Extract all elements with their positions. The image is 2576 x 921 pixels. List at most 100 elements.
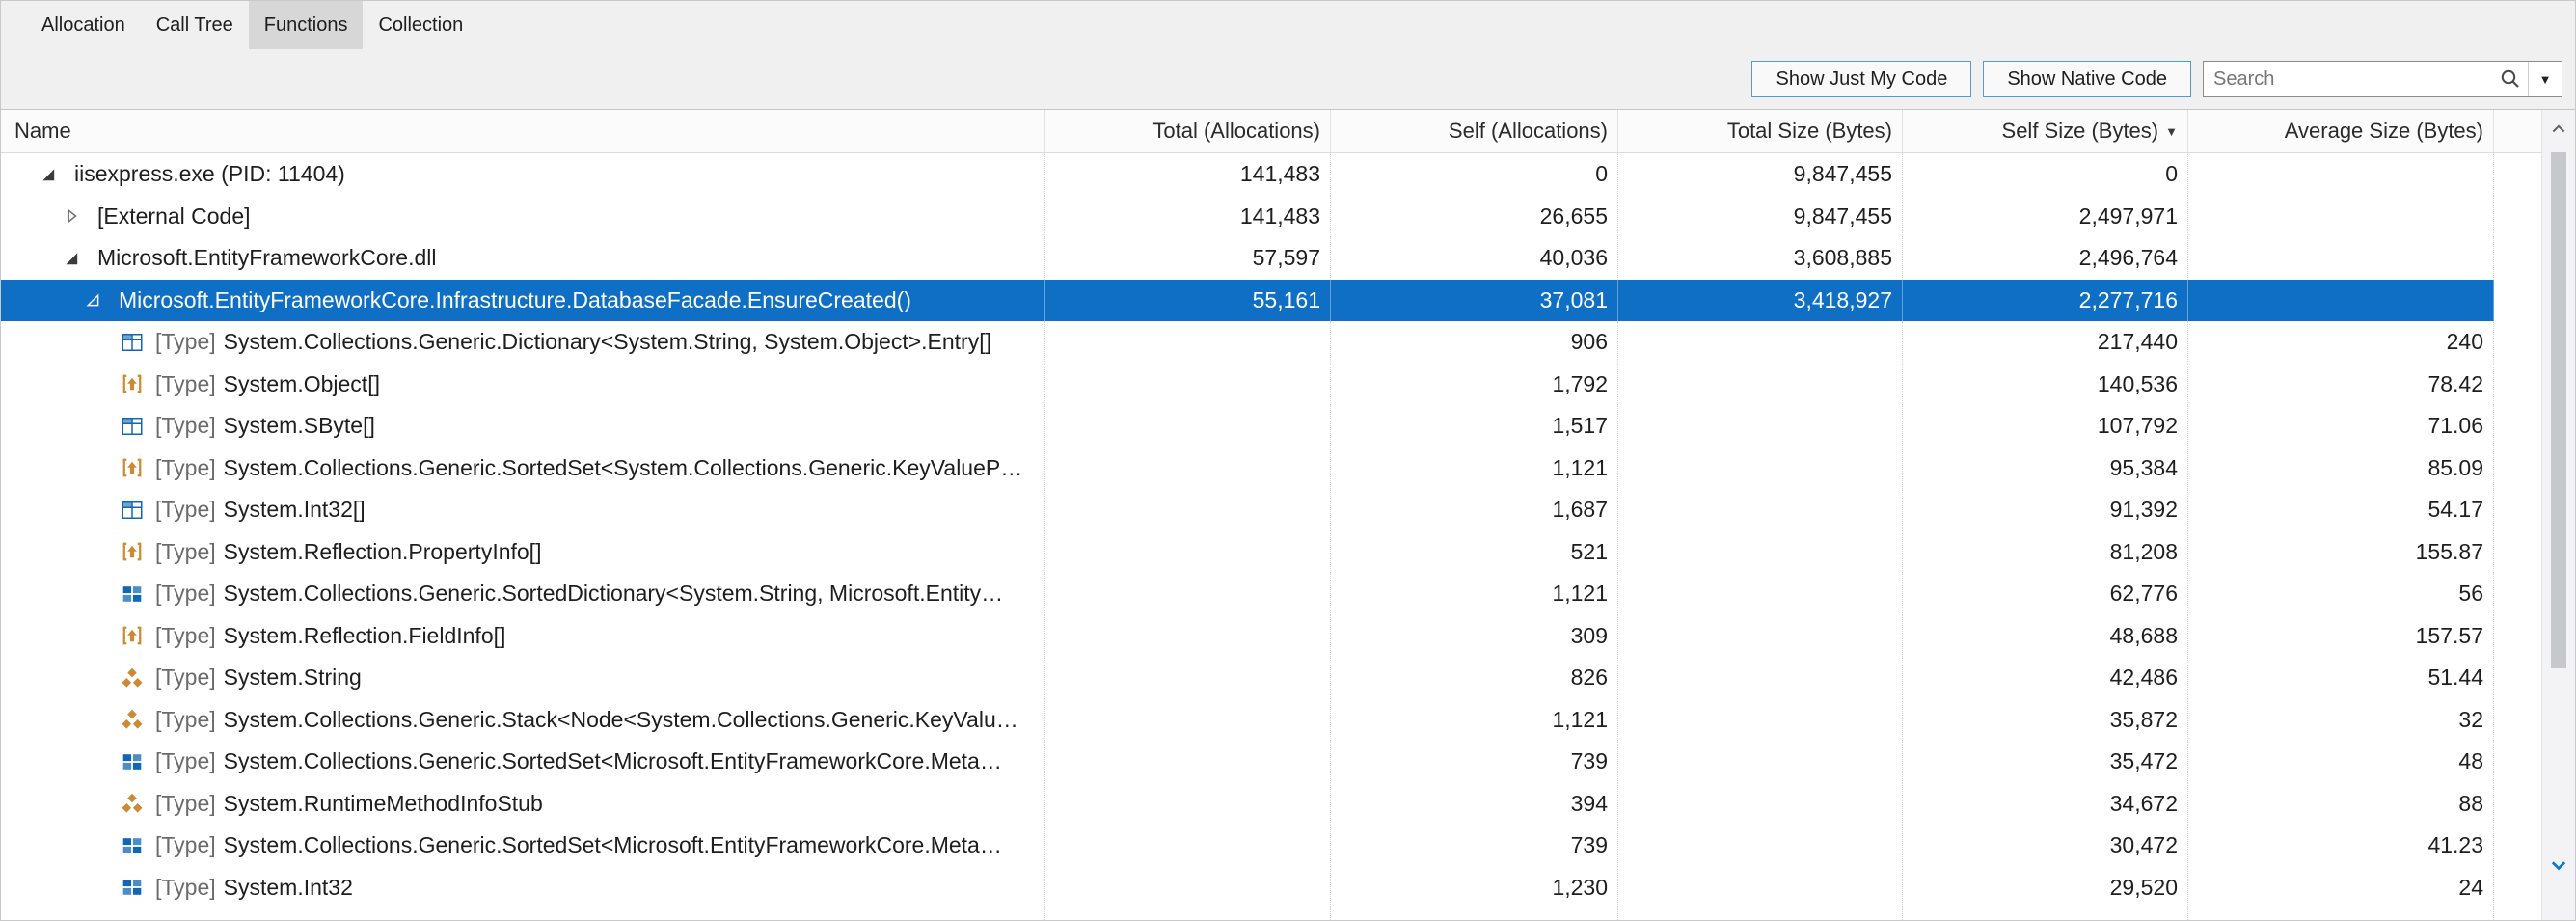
total-size-cell: 3,418,927	[1618, 279, 1903, 321]
expanded-expander-icon[interactable]	[57, 244, 86, 273]
tab-collection[interactable]: Collection	[363, 1, 478, 49]
column-header-self-size[interactable]: Self Size (Bytes) ▼	[1903, 110, 2188, 152]
total-size-cell	[1618, 321, 1903, 364]
row-name: System.Reflection.FieldInfo[]	[223, 622, 506, 648]
column-header-total-size[interactable]: Total Size (Bytes)	[1618, 110, 1903, 152]
table-row[interactable]: [Type] System.Collections.Generic.Sorted…	[1, 447, 2541, 489]
average-size-cell: 32	[2188, 698, 2494, 741]
total-size-cell	[1618, 573, 1903, 615]
column-header-average-size[interactable]: Average Size (Bytes)	[2188, 110, 2494, 152]
table-row[interactable]: iisexpress.exe (PID: 11404) 141,483 0 9,…	[1, 153, 2541, 196]
table-row[interactable]: [Type] System.Collections.Generic.Sorted…	[1, 825, 2541, 867]
table-row[interactable]: [Type] System.Int32[] 1,687 91,392 54.17	[1, 489, 2541, 531]
total-size-cell	[1618, 489, 1903, 531]
self-allocations-cell: 0	[1331, 153, 1618, 196]
column-label: Self Size (Bytes)	[2001, 119, 2159, 143]
total-allocations-cell	[1045, 489, 1331, 531]
name-cell: [Type] System.Int32[]	[1, 489, 1045, 531]
type-prefix: [Type]	[155, 748, 216, 773]
collapsed-expander-icon[interactable]	[57, 202, 86, 230]
search-box[interactable]: ▼	[2203, 61, 2562, 97]
table-row[interactable]: [Type] System.Collections.Generic.Sorted…	[1, 741, 2541, 783]
type-prefix: [Type]	[155, 664, 216, 690]
search-icon[interactable]	[2493, 68, 2528, 90]
vertical-scrollbar[interactable]	[2541, 110, 2575, 920]
total-allocations-cell	[1045, 405, 1331, 447]
row-filler	[2494, 321, 2541, 364]
type-prefix: [Type]	[155, 908, 216, 920]
row-filler	[2494, 280, 2541, 322]
average-size-cell: 51.44	[2188, 657, 2494, 699]
scroll-down-button[interactable]	[2542, 848, 2575, 882]
array-orange-icon	[121, 372, 144, 395]
table-row[interactable]: Microsoft.EntityFrameworkCore.dll 57,597…	[1, 237, 2541, 280]
total-size-cell: 3,608,885	[1618, 237, 1903, 280]
self-allocations-cell: 26,655	[1331, 195, 1618, 237]
show-just-my-code-button[interactable]: Show Just My Code	[1751, 61, 1972, 97]
row-name: System.Int32[]	[223, 497, 366, 522]
type-prefix: [Type]	[155, 370, 216, 396]
table-row[interactable]: [Type] System.Collections.Generic.Dictio…	[1, 321, 2541, 364]
table-row[interactable]: [Type] System.Reflection.FieldInfo[] 309…	[1, 614, 2541, 657]
total-allocations-cell: 141,483	[1045, 195, 1331, 237]
table-row[interactable]: [Type] System.Single	[1, 908, 2541, 920]
column-header-name[interactable]: Name	[1, 110, 1045, 152]
search-input[interactable]	[2204, 62, 2493, 96]
search-options-button[interactable]: ▼	[2528, 62, 2562, 96]
self-allocations-cell: 1,121	[1331, 573, 1618, 615]
table-row[interactable]: [Type] System.Collections.Generic.Stack<…	[1, 698, 2541, 741]
table-row[interactable]: [Type] System.Collections.Generic.Sorted…	[1, 573, 2541, 615]
tiles-blue-icon	[121, 834, 144, 857]
column-header-self-allocations[interactable]: Self (Allocations)	[1331, 110, 1618, 152]
column-label: Self (Allocations)	[1448, 119, 1608, 143]
view-tabs: Allocation Call Tree Functions Collectio…	[1, 1, 2575, 49]
expanded-outline-expander-icon[interactable]	[78, 285, 107, 314]
scroll-up-button[interactable]	[2542, 112, 2575, 147]
table-row[interactable]: [Type] System.Int32 1,230 29,520 24	[1, 866, 2541, 908]
row-name: System.RuntimeMethodInfoStub	[223, 790, 543, 816]
self-size-cell: 107,792	[1903, 405, 2188, 447]
name-cell: iisexpress.exe (PID: 11404)	[1, 153, 1045, 196]
table-row[interactable]: Microsoft.EntityFrameworkCore.Infrastruc…	[1, 279, 2541, 322]
self-allocations-cell: 1,121	[1331, 698, 1618, 741]
table-row[interactable]: [Type] System.SByte[] 1,517 107,792 71.0…	[1, 405, 2541, 447]
average-size-cell: 24	[2188, 866, 2494, 908]
name-cell: [Type] System.Reflection.FieldInfo[]	[1, 614, 1045, 657]
table-row[interactable]: [Type] System.RuntimeMethodInfoStub 394 …	[1, 782, 2541, 825]
name-cell: [Type] System.Collections.Generic.Sorted…	[1, 741, 1045, 783]
self-allocations-cell: 906	[1331, 321, 1618, 364]
row-filler	[2494, 531, 2541, 574]
type-prefix: [Type]	[155, 497, 216, 522]
self-size-cell: 91,392	[1903, 489, 2188, 531]
tab-functions[interactable]: Functions	[248, 1, 364, 49]
name-cell: [External Code]	[1, 195, 1045, 237]
tab-call-tree[interactable]: Call Tree	[141, 1, 249, 49]
total-size-cell	[1618, 866, 1903, 908]
total-allocations-cell	[1045, 614, 1331, 657]
column-header-total-allocations[interactable]: Total (Allocations)	[1045, 110, 1331, 152]
scrollbar-thumb[interactable]	[2551, 152, 2566, 668]
show-native-code-button[interactable]: Show Native Code	[1983, 61, 2191, 97]
row-filler	[2494, 364, 2541, 406]
name-cell: [Type] System.String	[1, 657, 1045, 699]
average-size-cell: 155.87	[2188, 530, 2494, 573]
functions-grid: Name Total (Allocations) Self (Allocatio…	[1, 109, 2575, 920]
name-cell: [Type] System.RuntimeMethodInfoStub	[1, 782, 1045, 825]
self-size-cell: 35,472	[1903, 741, 2188, 783]
name-cell: [Type] System.Single	[1, 908, 1045, 920]
row-name: System.Single	[224, 908, 366, 920]
expanded-expander-icon[interactable]	[34, 160, 63, 189]
tab-allocation[interactable]: Allocation	[26, 1, 141, 49]
type-prefix: [Type]	[155, 790, 216, 816]
type-prefix: [Type]	[155, 832, 216, 857]
row-name: System.Collections.Generic.Dictionary<Sy…	[223, 329, 991, 354]
self-size-cell: 2,496,764	[1903, 237, 2188, 280]
table-row[interactable]: [Type] System.String 826 42,486 51.44	[1, 657, 2541, 699]
row-filler	[2494, 825, 2541, 867]
table-row[interactable]: [External Code] 141,483 26,655 9,847,455…	[1, 195, 2541, 237]
table-row[interactable]: [Type] System.Object[] 1,792 140,536 78.…	[1, 363, 2541, 406]
self-allocations-cell: 1,687	[1331, 489, 1618, 531]
self-size-cell: 42,486	[1903, 657, 2188, 699]
table-row[interactable]: [Type] System.Reflection.PropertyInfo[] …	[1, 530, 2541, 574]
average-size-cell	[2188, 237, 2494, 280]
